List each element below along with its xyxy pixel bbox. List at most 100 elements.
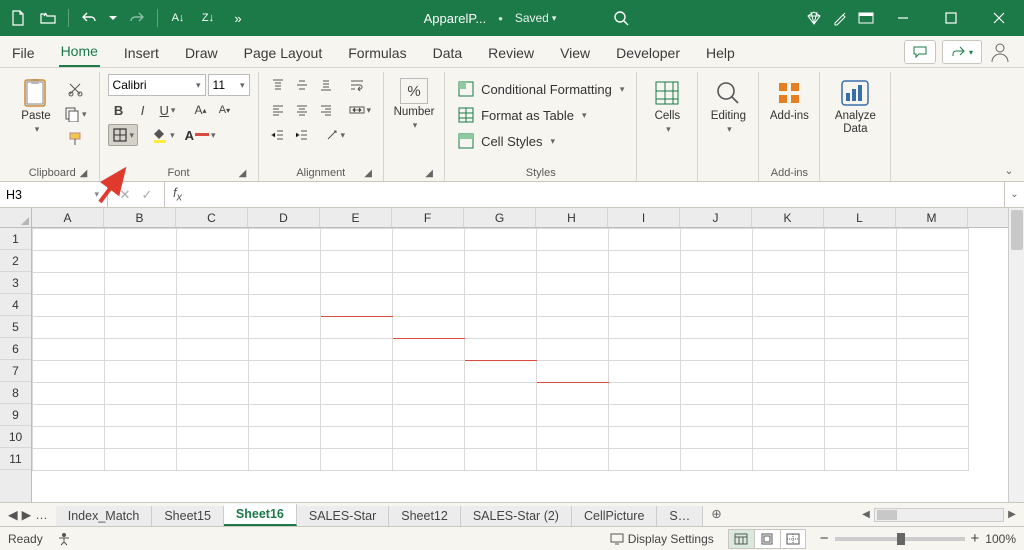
cell-K5[interactable] (753, 317, 825, 339)
bold-button[interactable]: B (108, 99, 130, 121)
cell-H11[interactable] (537, 449, 609, 471)
sheet-tab[interactable]: Index_Match (56, 506, 153, 526)
window-icon[interactable] (858, 11, 874, 25)
undo-dropdown-icon[interactable] (107, 6, 119, 30)
fill-color-button[interactable]: ▾ (148, 124, 179, 146)
cell-E11[interactable] (321, 449, 393, 471)
cell-A10[interactable] (33, 427, 105, 449)
cell-G7[interactable] (465, 361, 537, 383)
cell-D9[interactable] (249, 405, 321, 427)
cell-L9[interactable] (825, 405, 897, 427)
row-header-5[interactable]: 5 (0, 316, 31, 338)
cell-B4[interactable] (105, 295, 177, 317)
cell-I10[interactable] (609, 427, 681, 449)
cell-B10[interactable] (105, 427, 177, 449)
alignment-launcher-icon[interactable]: ◢ (361, 168, 375, 179)
cell-D4[interactable] (249, 295, 321, 317)
cell-F2[interactable] (393, 251, 465, 273)
cell-F10[interactable] (393, 427, 465, 449)
cell-H4[interactable] (537, 295, 609, 317)
cell-B1[interactable] (105, 229, 177, 251)
cell-F11[interactable] (393, 449, 465, 471)
conditional-formatting-button[interactable]: Conditional Formatting▾ (453, 78, 628, 100)
cell-C7[interactable] (177, 361, 249, 383)
copy-icon[interactable]: ▾ (60, 103, 91, 125)
cell-J10[interactable] (681, 427, 753, 449)
cell-L10[interactable] (825, 427, 897, 449)
save-status[interactable]: Saved▾ (515, 11, 557, 25)
cell-J5[interactable] (681, 317, 753, 339)
sheet-tab[interactable]: Sheet12 (389, 506, 461, 526)
zoom-slider[interactable] (835, 537, 965, 541)
cell-H5[interactable] (537, 317, 609, 339)
cell-F9[interactable] (393, 405, 465, 427)
cell-H7[interactable] (537, 361, 609, 383)
cell-D5[interactable] (249, 317, 321, 339)
tab-review[interactable]: Review (486, 39, 536, 67)
underline-button[interactable]: U▾ (156, 99, 180, 121)
col-header-J[interactable]: J (680, 208, 752, 227)
view-page-break-icon[interactable] (780, 529, 806, 549)
cell-L11[interactable] (825, 449, 897, 471)
editing-button[interactable]: Editing▾ (706, 74, 750, 135)
cells-button[interactable]: Cells▾ (645, 74, 689, 135)
cell-M2[interactable] (897, 251, 969, 273)
font-family-combo[interactable]: Calibri▾ (108, 74, 206, 96)
addins-button[interactable]: Add-ins (767, 74, 811, 123)
cell-D10[interactable] (249, 427, 321, 449)
cell-H9[interactable] (537, 405, 609, 427)
cell-I6[interactable] (609, 339, 681, 361)
cell-K1[interactable] (753, 229, 825, 251)
cell-E5[interactable] (321, 317, 393, 339)
sheet-tab[interactable]: Sheet16 (224, 504, 297, 526)
cell-C1[interactable] (177, 229, 249, 251)
cell-M1[interactable] (897, 229, 969, 251)
zoom-out-button[interactable]: − (820, 530, 829, 547)
sort-desc-icon[interactable]: Z↓ (196, 6, 220, 30)
cell-G11[interactable] (465, 449, 537, 471)
cell-J1[interactable] (681, 229, 753, 251)
analyze-data-button[interactable]: Analyze Data (828, 74, 882, 135)
cell-L3[interactable] (825, 273, 897, 295)
cell-I7[interactable] (609, 361, 681, 383)
cell-F1[interactable] (393, 229, 465, 251)
tab-view[interactable]: View (558, 39, 592, 67)
cell-B2[interactable] (105, 251, 177, 273)
cell-F6[interactable] (393, 339, 465, 361)
cell-H8[interactable] (537, 383, 609, 405)
row-header-1[interactable]: 1 (0, 228, 31, 250)
col-header-G[interactable]: G (464, 208, 536, 227)
cell-K2[interactable] (753, 251, 825, 273)
cell-K9[interactable] (753, 405, 825, 427)
add-sheet-button[interactable]: ⊕ (703, 503, 729, 526)
cell-B7[interactable] (105, 361, 177, 383)
pen-icon[interactable] (832, 10, 848, 26)
account-icon[interactable] (988, 40, 1014, 66)
cell-L1[interactable] (825, 229, 897, 251)
format-painter-icon[interactable] (60, 128, 91, 150)
row-header-3[interactable]: 3 (0, 272, 31, 294)
cell-G3[interactable] (465, 273, 537, 295)
sheet-tab[interactable]: CellPicture (572, 506, 657, 526)
row-header-6[interactable]: 6 (0, 338, 31, 360)
wrap-text-button[interactable] (345, 74, 369, 96)
cell-E3[interactable] (321, 273, 393, 295)
row-header-4[interactable]: 4 (0, 294, 31, 316)
vertical-scrollbar[interactable] (1008, 208, 1024, 502)
cell-L7[interactable] (825, 361, 897, 383)
cell-E7[interactable] (321, 361, 393, 383)
cell-C11[interactable] (177, 449, 249, 471)
view-page-layout-icon[interactable] (754, 529, 780, 549)
increase-font-icon[interactable]: A▴ (189, 99, 211, 121)
tab-home[interactable]: Home (59, 37, 100, 67)
cell-M3[interactable] (897, 273, 969, 295)
horizontal-scrollbar[interactable]: ◀▶ (730, 503, 1024, 526)
cell-I2[interactable] (609, 251, 681, 273)
cell-B9[interactable] (105, 405, 177, 427)
cell-D3[interactable] (249, 273, 321, 295)
cell-K3[interactable] (753, 273, 825, 295)
cell-G9[interactable] (465, 405, 537, 427)
row-header-7[interactable]: 7 (0, 360, 31, 382)
row-headers[interactable]: 1234567891011 (0, 228, 32, 502)
clipboard-launcher-icon[interactable]: ◢ (77, 168, 91, 179)
